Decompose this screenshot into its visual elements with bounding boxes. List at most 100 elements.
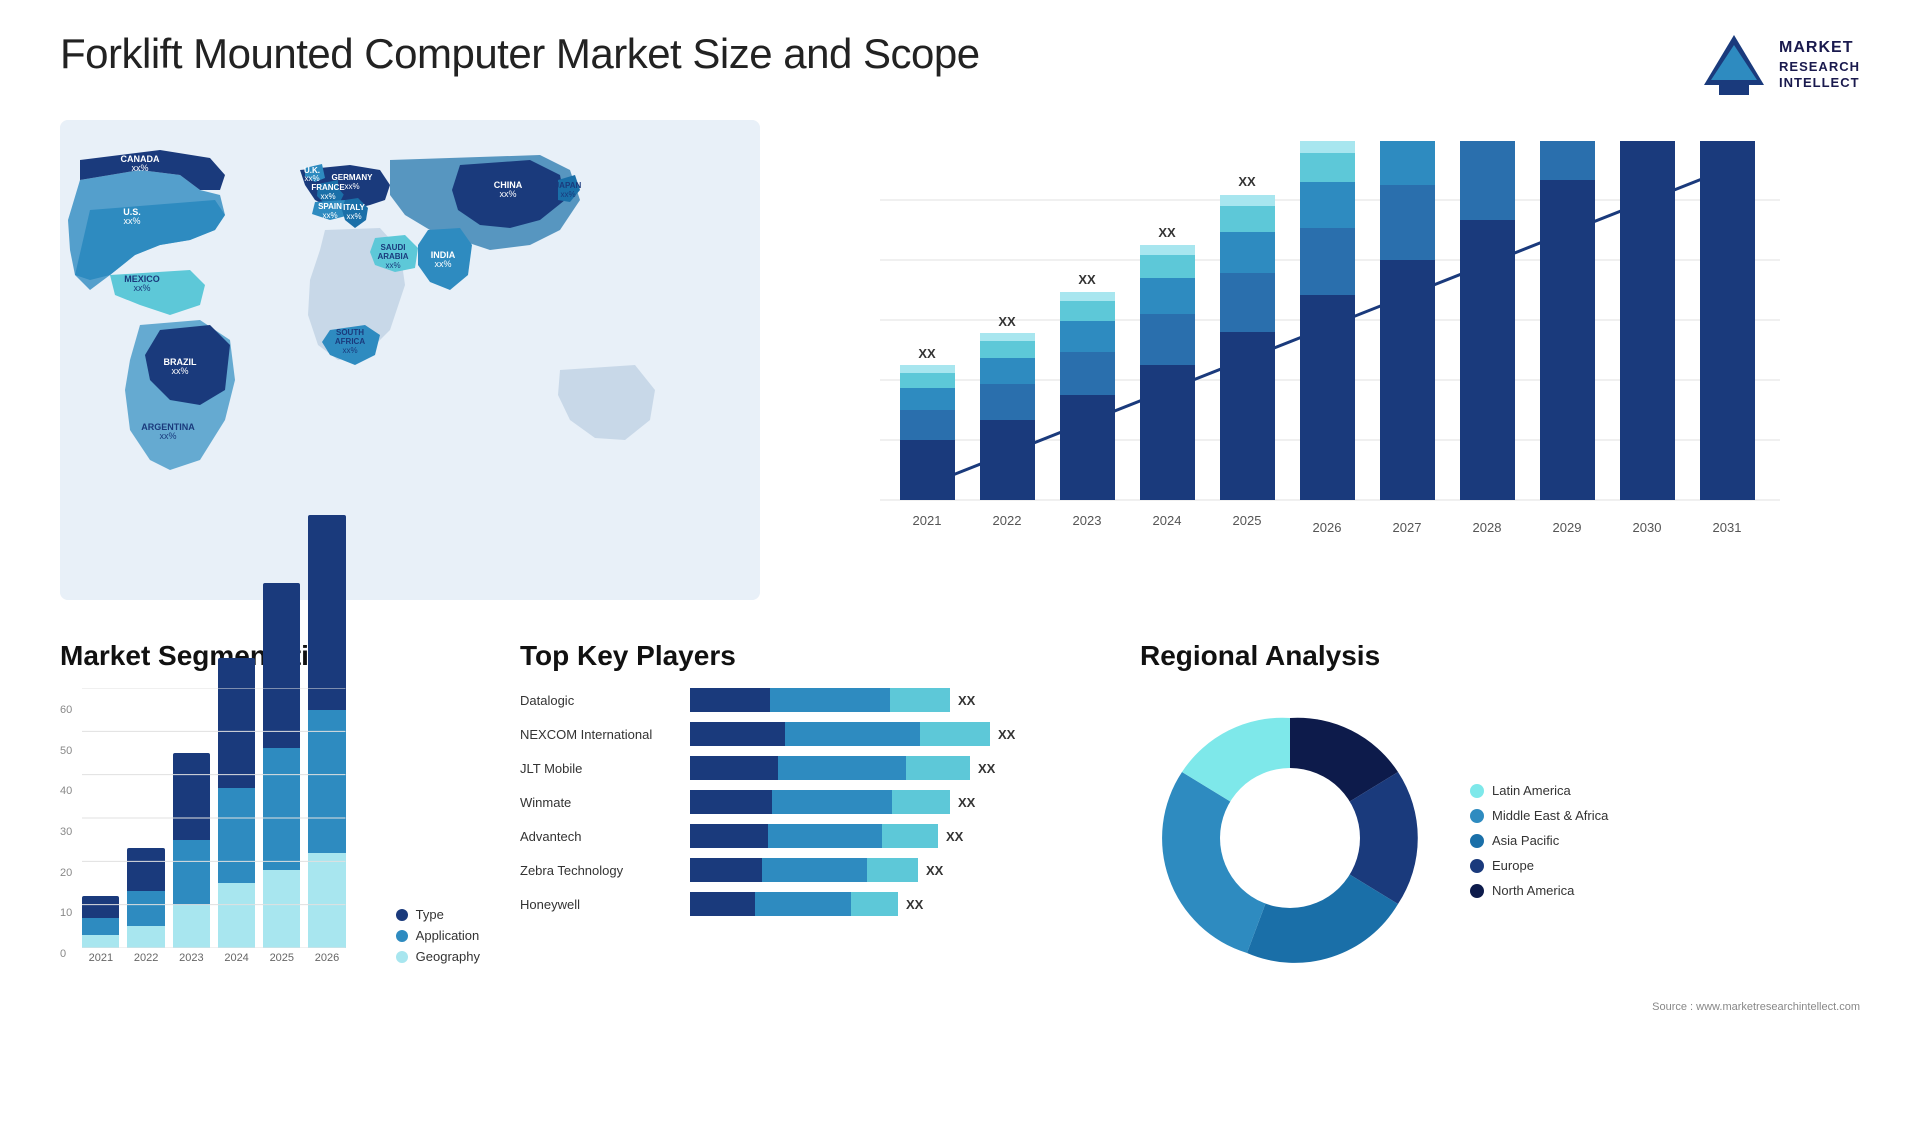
regional-dot-middle-east — [1470, 809, 1484, 823]
regional-dot-north-america — [1470, 884, 1484, 898]
svg-text:SOUTH: SOUTH — [336, 328, 364, 337]
players-title: Top Key Players — [520, 640, 1100, 672]
player-name-nexcom: NEXCOM International — [520, 727, 680, 742]
player-value-datalogic: XX — [958, 693, 975, 708]
svg-text:xx%: xx% — [344, 182, 359, 191]
regional-dot-europe — [1470, 859, 1484, 873]
world-map-svg: CANADA xx% U.S. xx% MEXICO xx% BRAZIL xx… — [60, 120, 760, 600]
player-bar-advantech: XX — [690, 824, 1100, 848]
regional-legend-europe: Europe — [1470, 858, 1608, 873]
page-container: Forklift Mounted Computer Market Size an… — [0, 0, 1920, 1146]
player-bar-honeywell: XX — [690, 892, 1100, 916]
regional-label-middle-east: Middle East & Africa — [1492, 808, 1608, 823]
seg-xlabel-2021: 2021 — [82, 952, 119, 964]
svg-text:2025: 2025 — [1233, 513, 1262, 528]
regional-label-europe: Europe — [1492, 858, 1534, 873]
seg-year-2025 — [263, 583, 300, 948]
legend-label-application: Application — [416, 928, 480, 943]
svg-text:xx%: xx% — [133, 283, 150, 293]
legend-item-application: Application — [396, 928, 480, 943]
legend-dot-application — [396, 930, 408, 942]
player-name-advantech: Advantech — [520, 829, 680, 844]
seg-year-2022 — [127, 848, 164, 948]
player-bar-nexcom: XX — [690, 722, 1100, 746]
seg-xlabel-2024: 2024 — [218, 952, 255, 964]
logo-icon — [1699, 30, 1769, 100]
svg-text:ARABIA: ARABIA — [377, 252, 408, 261]
player-name-winmate: Winmate — [520, 795, 680, 810]
header: Forklift Mounted Computer Market Size an… — [60, 30, 1860, 100]
svg-text:xx%: xx% — [304, 174, 319, 183]
player-value-nexcom: XX — [998, 727, 1015, 742]
bottom-section: Market Segmentation 60 50 40 30 20 10 0 — [60, 640, 1860, 1013]
seg-year-2024 — [218, 658, 255, 948]
svg-text:xx%: xx% — [434, 259, 451, 269]
svg-text:xx%: xx% — [322, 211, 337, 220]
player-bar-jlt: XX — [690, 756, 1100, 780]
svg-text:xx%: xx% — [346, 212, 361, 221]
regional-legend-asia-pacific: Asia Pacific — [1470, 833, 1608, 848]
regional-label-north-america: North America — [1492, 883, 1574, 898]
svg-text:XX: XX — [1238, 174, 1256, 189]
player-value-zebra: XX — [926, 863, 943, 878]
svg-text:XX: XX — [1158, 225, 1176, 240]
svg-text:xx%: xx% — [320, 192, 335, 201]
regional-title: Regional Analysis — [1140, 640, 1860, 672]
players-list: Datalogic XX NEXCOM International — [520, 688, 1100, 916]
svg-text:XX: XX — [1078, 272, 1096, 287]
source-text: Source : www.marketresearchintellect.com — [1140, 1001, 1860, 1013]
player-row-jlt: JLT Mobile XX — [520, 756, 1100, 780]
regional-legend-north-america: North America — [1470, 883, 1608, 898]
logo-area: MARKET RESEARCH INTELLECT — [1699, 30, 1860, 100]
legend-dot-geography — [396, 951, 408, 963]
svg-text:2028: 2028 — [1473, 520, 1502, 535]
donut-area: Latin America Middle East & Africa Asia … — [1140, 688, 1860, 993]
player-name-jlt: JLT Mobile — [520, 761, 680, 776]
player-row-datalogic: Datalogic XX — [520, 688, 1100, 712]
svg-text:AFRICA: AFRICA — [335, 337, 365, 346]
svg-text:xx%: xx% — [342, 346, 357, 355]
player-row-nexcom: NEXCOM International XX — [520, 722, 1100, 746]
svg-text:FRANCE: FRANCE — [311, 183, 345, 192]
regional-dot-latin-america — [1470, 784, 1484, 798]
regional-dot-asia-pacific — [1470, 834, 1484, 848]
svg-text:2023: 2023 — [1073, 513, 1102, 528]
svg-text:xx%: xx% — [123, 216, 140, 226]
player-name-zebra: Zebra Technology — [520, 863, 680, 878]
player-bar-datalogic: XX — [690, 688, 1100, 712]
seg-year-2023 — [173, 753, 210, 948]
svg-text:ITALY: ITALY — [343, 203, 365, 212]
svg-text:2022: 2022 — [993, 513, 1022, 528]
player-name-datalogic: Datalogic — [520, 693, 680, 708]
svg-text:xx%: xx% — [385, 261, 400, 270]
seg-xlabel-2026: 2026 — [308, 952, 345, 964]
donut-chart — [1140, 688, 1440, 993]
player-value-honeywell: XX — [906, 897, 923, 912]
svg-text:XX: XX — [918, 346, 936, 361]
svg-text:2021: 2021 — [913, 513, 942, 528]
logo-text: MARKET RESEARCH INTELLECT — [1779, 38, 1860, 93]
player-value-jlt: XX — [978, 761, 995, 776]
seg-xlabel-2025: 2025 — [263, 952, 300, 964]
svg-text:xx%: xx% — [159, 431, 176, 441]
svg-text:SAUDI: SAUDI — [381, 243, 406, 252]
legend-dot-type — [396, 909, 408, 921]
players-container: Top Key Players Datalogic XX NEXCOM Int — [520, 640, 1100, 916]
legend-label-type: Type — [416, 907, 444, 922]
map-container: CANADA xx% U.S. xx% MEXICO xx% BRAZIL xx… — [60, 120, 760, 600]
seg-year-2026 — [308, 515, 345, 948]
player-bar-zebra: XX — [690, 858, 1100, 882]
svg-text:2024: 2024 — [1153, 513, 1182, 528]
svg-text:2029: 2029 — [1553, 520, 1582, 535]
seg-xlabel-2022: 2022 — [127, 952, 164, 964]
seg-year-2021 — [82, 896, 119, 948]
player-row-advantech: Advantech XX — [520, 824, 1100, 848]
legend-item-type: Type — [396, 907, 480, 922]
player-row-zebra: Zebra Technology XX — [520, 858, 1100, 882]
svg-text:GERMANY: GERMANY — [332, 173, 374, 182]
seg-y-axis: 60 50 40 30 20 10 0 — [60, 704, 72, 964]
player-value-advantech: XX — [946, 829, 963, 844]
player-bar-winmate: XX — [690, 790, 1100, 814]
svg-text:2027: 2027 — [1393, 520, 1422, 535]
growth-bar-chart: XX 2021 XX 2022 XX — [820, 140, 1840, 560]
